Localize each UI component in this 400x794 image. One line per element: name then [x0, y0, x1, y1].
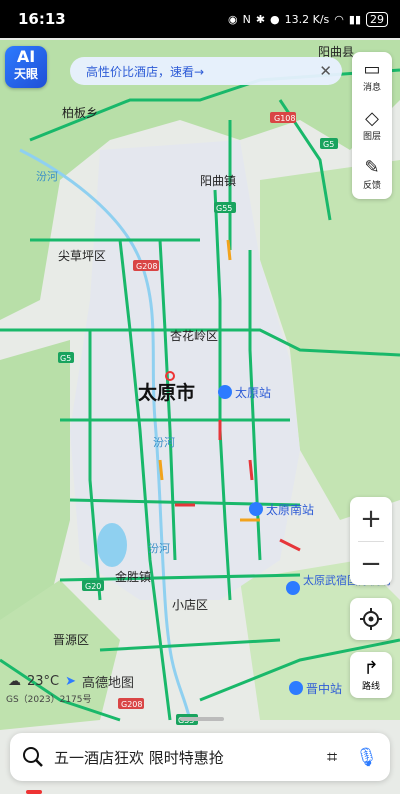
- station-label[interactable]: 晋中站: [306, 681, 342, 696]
- ai-badge-line1: AI: [16, 47, 36, 66]
- place-label: 尖草坪区: [58, 249, 106, 263]
- weather-widget[interactable]: ☁ 23°C ➤ 高德地图: [8, 672, 134, 691]
- status-time: 16:13: [18, 10, 66, 28]
- bottom-indicator: [26, 790, 42, 794]
- zoom-in-button[interactable]: +: [350, 497, 392, 541]
- zoom-control: + −: [350, 497, 392, 585]
- road-shield-label: G5: [323, 140, 334, 149]
- scan-icon[interactable]: ⌗: [327, 747, 337, 768]
- train-station-icon[interactable]: [249, 502, 263, 516]
- message-icon: ▭: [363, 59, 381, 80]
- road-shield-label: G208: [121, 700, 142, 709]
- search-icon: [23, 747, 43, 767]
- city-label[interactable]: 太原市: [138, 381, 195, 404]
- place-label: 金胜镇: [115, 569, 151, 584]
- temperature: 23°C: [27, 674, 60, 689]
- messages-button[interactable]: ▭ 消息: [352, 52, 392, 101]
- signal-icon: ▮▮: [348, 12, 361, 26]
- road-shield-label: G208: [136, 262, 157, 271]
- place-label: 柏板乡: [62, 105, 98, 120]
- train-station-icon[interactable]: [289, 681, 303, 695]
- place-label: 小店区: [172, 598, 208, 612]
- river-label: 汾河: [148, 542, 170, 555]
- bluetooth-icon: ✱: [255, 12, 266, 26]
- train-station-icon[interactable]: [218, 385, 232, 399]
- status-icons: ◉ N ✱ ● 13.2 K/s ◠ ▮▮ 29: [227, 11, 388, 27]
- layers-icon: ◇: [365, 108, 379, 129]
- road-shield-label: G55: [216, 204, 232, 213]
- station-label[interactable]: 太原南站: [266, 502, 314, 517]
- lake: [97, 523, 127, 567]
- zoom-out-button[interactable]: −: [350, 542, 392, 586]
- side-label: 反馈: [362, 181, 381, 191]
- wifi-icon: ◠: [334, 12, 344, 26]
- net-speed: 13.2 K/s: [284, 12, 330, 26]
- place-label: 晋源区: [53, 633, 89, 647]
- location-icon: ●: [270, 12, 280, 26]
- airport-icon[interactable]: [286, 581, 300, 595]
- brand-label: 高德地图: [82, 676, 135, 691]
- crosshair-icon: [360, 608, 382, 630]
- voice-icon[interactable]: 🎙: [355, 747, 378, 768]
- status-bar: 16:13 ◉ N ✱ ● 13.2 K/s ◠ ▮▮ 29: [0, 0, 400, 38]
- layers-button[interactable]: ◇ 图层: [352, 101, 392, 150]
- side-label: 图层: [362, 132, 381, 142]
- feedback-button[interactable]: ✎ 反馈: [352, 150, 392, 199]
- side-label: 消息: [362, 83, 381, 93]
- locate-button[interactable]: [350, 598, 392, 640]
- battery-indicator: 29: [366, 11, 388, 27]
- promo-banner[interactable]: 高性价比酒店，速看→ ✕: [70, 57, 342, 85]
- ai-eye-button[interactable]: AI 天眼: [5, 46, 47, 88]
- route-icon: ↱: [363, 658, 379, 679]
- edit-icon: ✎: [364, 157, 380, 178]
- search-placeholder[interactable]: 五一酒店狂欢 限时特惠抢: [54, 747, 327, 768]
- eye-icon: ◉: [227, 12, 238, 26]
- nfc-icon: N: [242, 12, 251, 26]
- close-icon[interactable]: ✕: [319, 62, 332, 80]
- gs-notice: GS（2023）2175号: [6, 695, 92, 705]
- river-label: 汾河: [36, 170, 58, 183]
- search-bar[interactable]: 五一酒店狂欢 限时特惠抢 ⌗ 🎙: [10, 733, 390, 781]
- side-toolbar: ▭ 消息 ◇ 图层 ✎ 反馈: [352, 52, 392, 199]
- place-label: 杏花岭区: [170, 328, 218, 343]
- road-shield-label: G5: [60, 354, 71, 363]
- place-label: 阳曲镇: [200, 174, 236, 188]
- road-shield-label: G108: [274, 114, 295, 123]
- cloud-icon: ☁: [8, 674, 21, 689]
- road-shield-label: G20: [85, 582, 101, 591]
- route-label: 路线: [361, 682, 380, 692]
- drag-handle[interactable]: [180, 717, 224, 721]
- route-button[interactable]: ↱ 路线: [350, 652, 392, 698]
- river-label: 汾河: [153, 436, 175, 449]
- navigation-arrow-icon: ➤: [65, 674, 77, 689]
- station-label[interactable]: 太原站: [235, 385, 271, 400]
- promo-text[interactable]: 高性价比酒店，速看→: [86, 63, 319, 80]
- ai-badge-line2: 天眼: [13, 67, 38, 81]
